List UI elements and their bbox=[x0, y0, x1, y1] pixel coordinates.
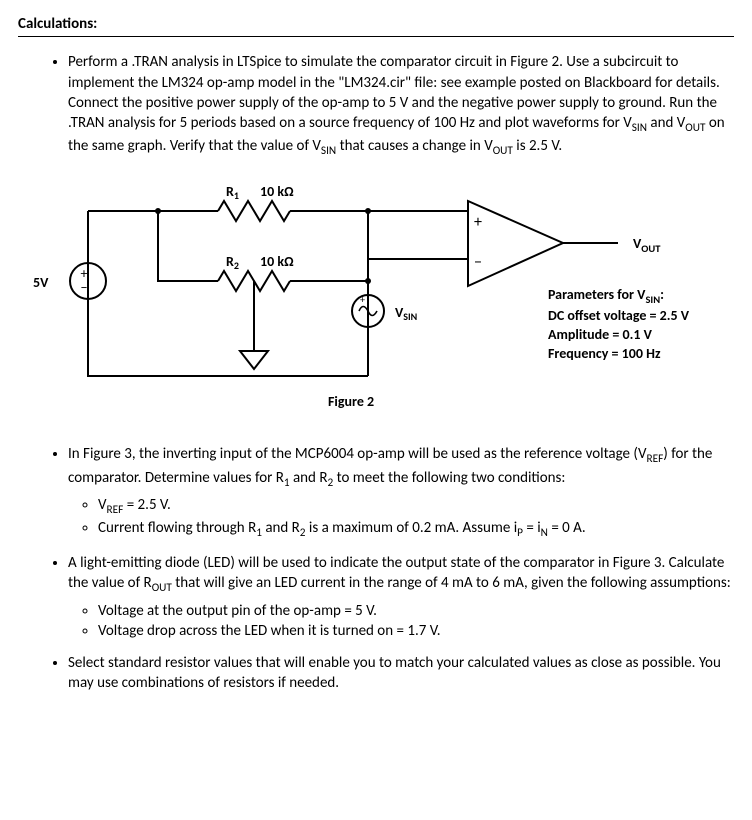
subscript: OUT bbox=[685, 121, 705, 135]
subscript: SIN bbox=[645, 293, 660, 306]
svg-text:R2: R2 bbox=[226, 253, 239, 272]
text: that causes a change in V bbox=[336, 137, 493, 155]
sub-item: Voltage drop across the LED when it is t… bbox=[98, 621, 734, 641]
subscript: SIN bbox=[321, 144, 336, 158]
sub-list: Voltage at the output pin of the op-amp … bbox=[68, 601, 734, 642]
text: V bbox=[98, 496, 107, 514]
vsin-parameters: Parameters for VSIN: DC offset voltage =… bbox=[548, 286, 689, 364]
svg-text:+: + bbox=[474, 213, 482, 232]
section-heading: Calculations: bbox=[18, 14, 734, 37]
svg-text:Figure 2: Figure 2 bbox=[328, 393, 374, 410]
sub-item: Voltage at the output pin of the op-amp … bbox=[98, 601, 734, 621]
text: In Figure 3, the inverting input of the … bbox=[68, 445, 646, 463]
text: that will give an LED current in the ran… bbox=[172, 574, 731, 592]
subscript: OUT bbox=[493, 144, 513, 158]
text: Perform a .TRAN analysis in LTSpice to s… bbox=[68, 53, 720, 132]
figure-2-diagram: 5V + − R1 10 kΩ R2 10 kΩ VSIN + − + − Fi… bbox=[28, 181, 734, 416]
text: and V bbox=[647, 114, 685, 132]
subscript: SIN bbox=[632, 121, 647, 135]
svg-text:R1: R1 bbox=[226, 183, 239, 202]
subscript: OUT bbox=[152, 581, 172, 595]
bullet-item-2: In Figure 3, the inverting input of the … bbox=[68, 444, 734, 541]
text: and R bbox=[290, 469, 328, 487]
param-dc: DC offset voltage = 2.5 V bbox=[548, 307, 689, 324]
text: to meet the following two conditions: bbox=[333, 469, 565, 487]
text: Parameters for V bbox=[548, 286, 645, 303]
text: is a maximum of 0.2 mA. Assume i bbox=[306, 519, 518, 537]
svg-text:10 kΩ: 10 kΩ bbox=[260, 183, 294, 200]
bullet-item-1: Perform a .TRAN analysis in LTSpice to s… bbox=[68, 52, 734, 159]
svg-text:5V: 5V bbox=[33, 274, 49, 291]
text: and R bbox=[262, 519, 300, 537]
text: is 2.5 V. bbox=[513, 137, 562, 155]
param-freq: Frequency = 100 Hz bbox=[548, 345, 661, 362]
text: = i bbox=[523, 519, 541, 537]
text: Current flowing through R bbox=[98, 519, 256, 537]
sub-item: VREF = 2.5 V. bbox=[98, 495, 734, 518]
subscript: REF bbox=[107, 503, 124, 517]
bullet-list-2: In Figure 3, the inverting input of the … bbox=[28, 444, 734, 693]
bullet-list: Perform a .TRAN analysis in LTSpice to s… bbox=[28, 52, 734, 159]
sub-item: Current flowing through R1 and R2 is a m… bbox=[98, 518, 734, 541]
param-amp: Amplitude = 0.1 V bbox=[548, 326, 652, 343]
sub-list: VREF = 2.5 V. Current flowing through R1… bbox=[68, 495, 734, 541]
svg-text:−: − bbox=[474, 253, 482, 272]
svg-text:VSIN: VSIN bbox=[395, 304, 417, 323]
bullet-item-3: A light-emitting diode (LED) will be use… bbox=[68, 553, 734, 641]
bullet-item-4: Select standard resistor values that wil… bbox=[68, 653, 734, 694]
svg-text:−: − bbox=[360, 319, 365, 332]
subscript: N bbox=[541, 526, 548, 540]
subscript: REF bbox=[646, 452, 663, 466]
svg-text:10 kΩ: 10 kΩ bbox=[260, 253, 294, 270]
text: = 0 A. bbox=[548, 519, 586, 537]
svg-text:−: − bbox=[81, 279, 88, 296]
text: = 2.5 V. bbox=[123, 496, 170, 514]
text: : bbox=[660, 286, 664, 303]
vout-label: VVOUTOUT bbox=[633, 235, 660, 256]
svg-text:+: + bbox=[360, 293, 365, 306]
